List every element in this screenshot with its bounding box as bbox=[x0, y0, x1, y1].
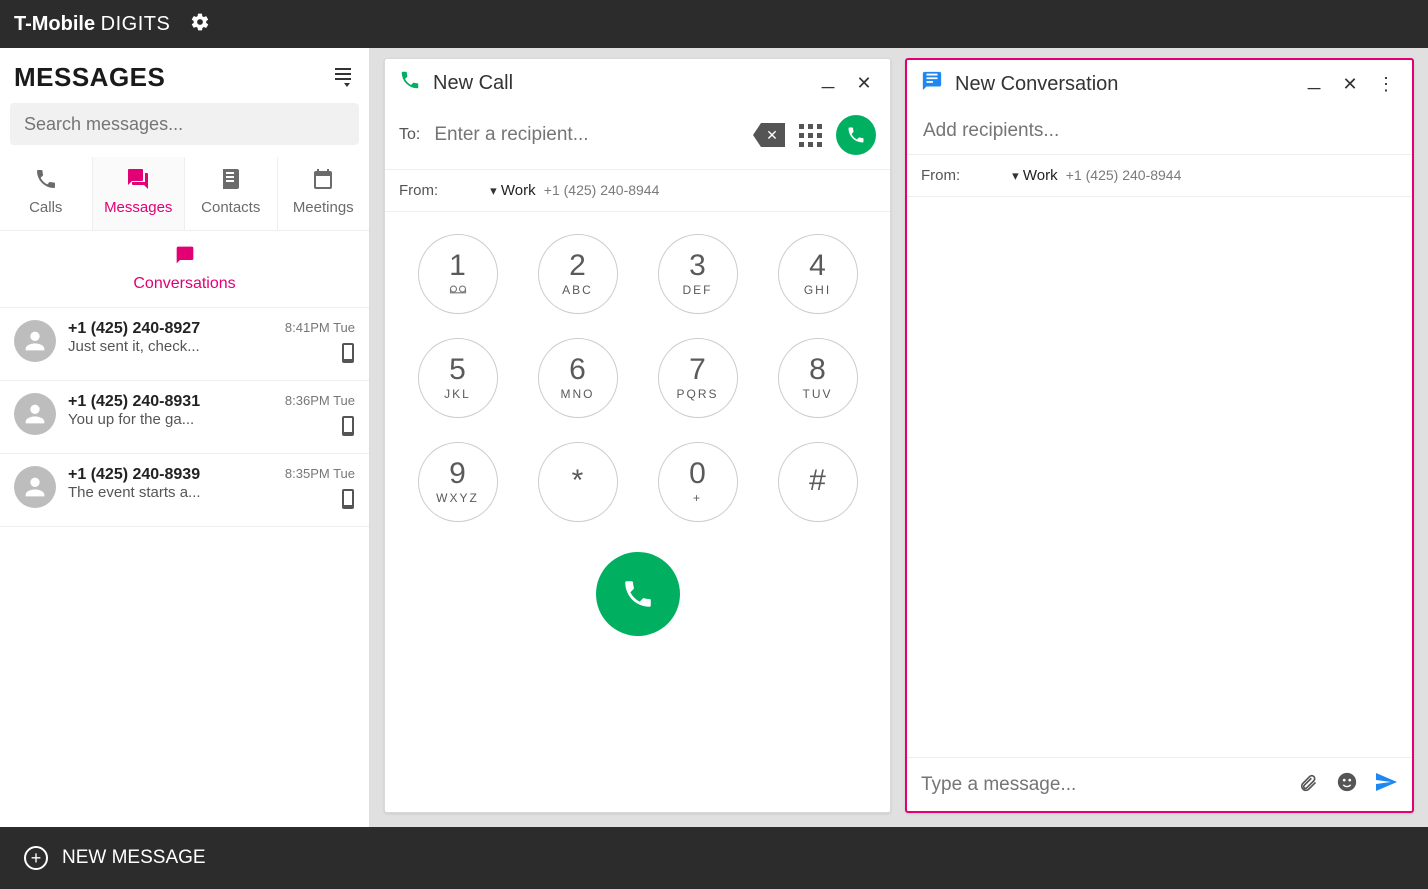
contacts-icon bbox=[187, 167, 275, 193]
from-number: +1 (425) 240-8944 bbox=[544, 182, 660, 198]
speech-icon bbox=[0, 245, 369, 271]
from-selector[interactable]: ▾ Work +1 (425) 240-8944 bbox=[1012, 167, 1181, 184]
tab-contacts[interactable]: Contacts bbox=[185, 157, 278, 230]
conv-time: 8:41PM Tue bbox=[255, 320, 355, 335]
page-title: MESSAGES bbox=[14, 62, 165, 93]
new-message-label: NEW MESSAGE bbox=[62, 847, 206, 869]
phone-device-icon bbox=[341, 493, 355, 513]
call-button[interactable] bbox=[836, 115, 876, 155]
from-number: +1 (425) 240-8944 bbox=[1066, 167, 1182, 183]
to-input[interactable] bbox=[434, 124, 739, 146]
chevron-down-icon: ▾ bbox=[490, 183, 497, 198]
brand-light: DIGITS bbox=[101, 13, 171, 35]
from-name: Work bbox=[501, 182, 536, 199]
tab-label: Calls bbox=[29, 199, 62, 216]
dial-call-button[interactable] bbox=[596, 552, 680, 636]
key-3[interactable]: 3DEF bbox=[658, 234, 738, 314]
dialpad-icon[interactable] bbox=[799, 124, 822, 147]
phone-icon bbox=[399, 69, 421, 97]
conv-number: +1 (425) 240-8927 bbox=[68, 320, 243, 338]
from-label: From: bbox=[921, 167, 960, 184]
close-button[interactable]: ✕ bbox=[852, 73, 876, 94]
key-hash[interactable]: # bbox=[778, 442, 858, 522]
subtab-conversations[interactable]: Conversations bbox=[0, 231, 369, 308]
conv-preview: You up for the ga... bbox=[68, 411, 243, 428]
avatar bbox=[14, 393, 56, 435]
attach-icon[interactable] bbox=[1296, 772, 1320, 798]
gear-icon[interactable] bbox=[190, 12, 210, 37]
add-recipients-input[interactable] bbox=[923, 120, 1396, 142]
key-1[interactable]: 1 bbox=[418, 234, 498, 314]
from-name: Work bbox=[1023, 167, 1058, 184]
subtab-label: Conversations bbox=[133, 275, 235, 292]
tab-messages[interactable]: Messages bbox=[93, 157, 186, 230]
tab-meetings[interactable]: Meetings bbox=[278, 157, 370, 230]
nav-tabs: Calls Messages Contacts Meetings bbox=[0, 157, 369, 231]
close-button[interactable]: ✕ bbox=[1338, 74, 1362, 95]
bottom-bar: + NEW MESSAGE bbox=[0, 827, 1428, 889]
list-item[interactable]: +1 (425) 240-8939 The event starts a... … bbox=[0, 454, 369, 527]
conv-number: +1 (425) 240-8939 bbox=[68, 466, 243, 484]
panel-new-conversation: New Conversation ─ ✕ ⋮ From: ▾ Work +1 (… bbox=[905, 58, 1414, 813]
tab-label: Contacts bbox=[201, 199, 260, 216]
conv-preview: The event starts a... bbox=[68, 484, 243, 501]
from-selector[interactable]: ▾ Work +1 (425) 240-8944 bbox=[490, 182, 659, 199]
emoji-icon[interactable] bbox=[1336, 771, 1358, 799]
phone-device-icon bbox=[341, 420, 355, 440]
search-container bbox=[10, 103, 359, 145]
phone-device-icon bbox=[341, 347, 355, 367]
to-label: To: bbox=[399, 126, 420, 144]
key-6[interactable]: 6MNO bbox=[538, 338, 618, 418]
key-8[interactable]: 8TUV bbox=[778, 338, 858, 418]
chevron-down-icon: ▾ bbox=[1012, 168, 1019, 183]
panel-title: New Conversation bbox=[955, 73, 1290, 96]
compose-input[interactable] bbox=[921, 774, 1280, 796]
key-9[interactable]: 9WXYZ bbox=[418, 442, 498, 522]
from-label: From: bbox=[399, 182, 438, 199]
conv-time: 8:36PM Tue bbox=[255, 393, 355, 408]
backspace-icon[interactable]: ✕ bbox=[753, 123, 785, 147]
sidebar: MESSAGES Calls Messages Co bbox=[0, 48, 370, 827]
avatar bbox=[14, 466, 56, 508]
key-2[interactable]: 2ABC bbox=[538, 234, 618, 314]
plus-icon: + bbox=[24, 846, 48, 870]
search-input[interactable] bbox=[10, 103, 359, 145]
tab-label: Meetings bbox=[293, 199, 354, 216]
list-item[interactable]: +1 (425) 240-8931 You up for the ga... 8… bbox=[0, 381, 369, 454]
panel-title: New Call bbox=[433, 72, 804, 95]
phone-icon bbox=[2, 167, 90, 193]
send-button[interactable] bbox=[1374, 770, 1398, 799]
key-5[interactable]: 5JKL bbox=[418, 338, 498, 418]
conv-time: 8:35PM Tue bbox=[255, 466, 355, 481]
tab-calls[interactable]: Calls bbox=[0, 157, 93, 230]
brand: T-Mobile DIGITS bbox=[14, 13, 170, 36]
key-4[interactable]: 4GHI bbox=[778, 234, 858, 314]
list-item[interactable]: +1 (425) 240-8927 Just sent it, check...… bbox=[0, 308, 369, 381]
avatar bbox=[14, 320, 56, 362]
key-0[interactable]: 0+ bbox=[658, 442, 738, 522]
brand-bold: T-Mobile bbox=[14, 13, 95, 35]
more-button[interactable]: ⋮ bbox=[1374, 74, 1398, 95]
dialpad: 1 2ABC 3DEF 4GHI 5JKL 6MNO 7PQRS 8TUV 9W… bbox=[385, 212, 890, 812]
message-icon bbox=[921, 70, 943, 98]
new-message-button[interactable]: + NEW MESSAGE bbox=[24, 846, 206, 870]
minimize-button[interactable]: ─ bbox=[1302, 78, 1326, 99]
calendar-icon bbox=[280, 167, 368, 193]
panel-new-call: New Call ─ ✕ To: ✕ From: ▾ Work bbox=[384, 58, 891, 813]
chat-icon bbox=[95, 167, 183, 193]
board: New Call ─ ✕ To: ✕ From: ▾ Work bbox=[370, 48, 1428, 827]
conv-number: +1 (425) 240-8931 bbox=[68, 393, 243, 411]
tab-label: Messages bbox=[104, 199, 172, 216]
conv-preview: Just sent it, check... bbox=[68, 338, 243, 355]
key-star[interactable]: * bbox=[538, 442, 618, 522]
conversation-body bbox=[907, 197, 1412, 757]
top-bar: T-Mobile DIGITS bbox=[0, 0, 1428, 48]
minimize-button[interactable]: ─ bbox=[816, 77, 840, 98]
list-toggle-icon[interactable] bbox=[335, 66, 355, 90]
key-7[interactable]: 7PQRS bbox=[658, 338, 738, 418]
conversation-list: +1 (425) 240-8927 Just sent it, check...… bbox=[0, 308, 369, 827]
